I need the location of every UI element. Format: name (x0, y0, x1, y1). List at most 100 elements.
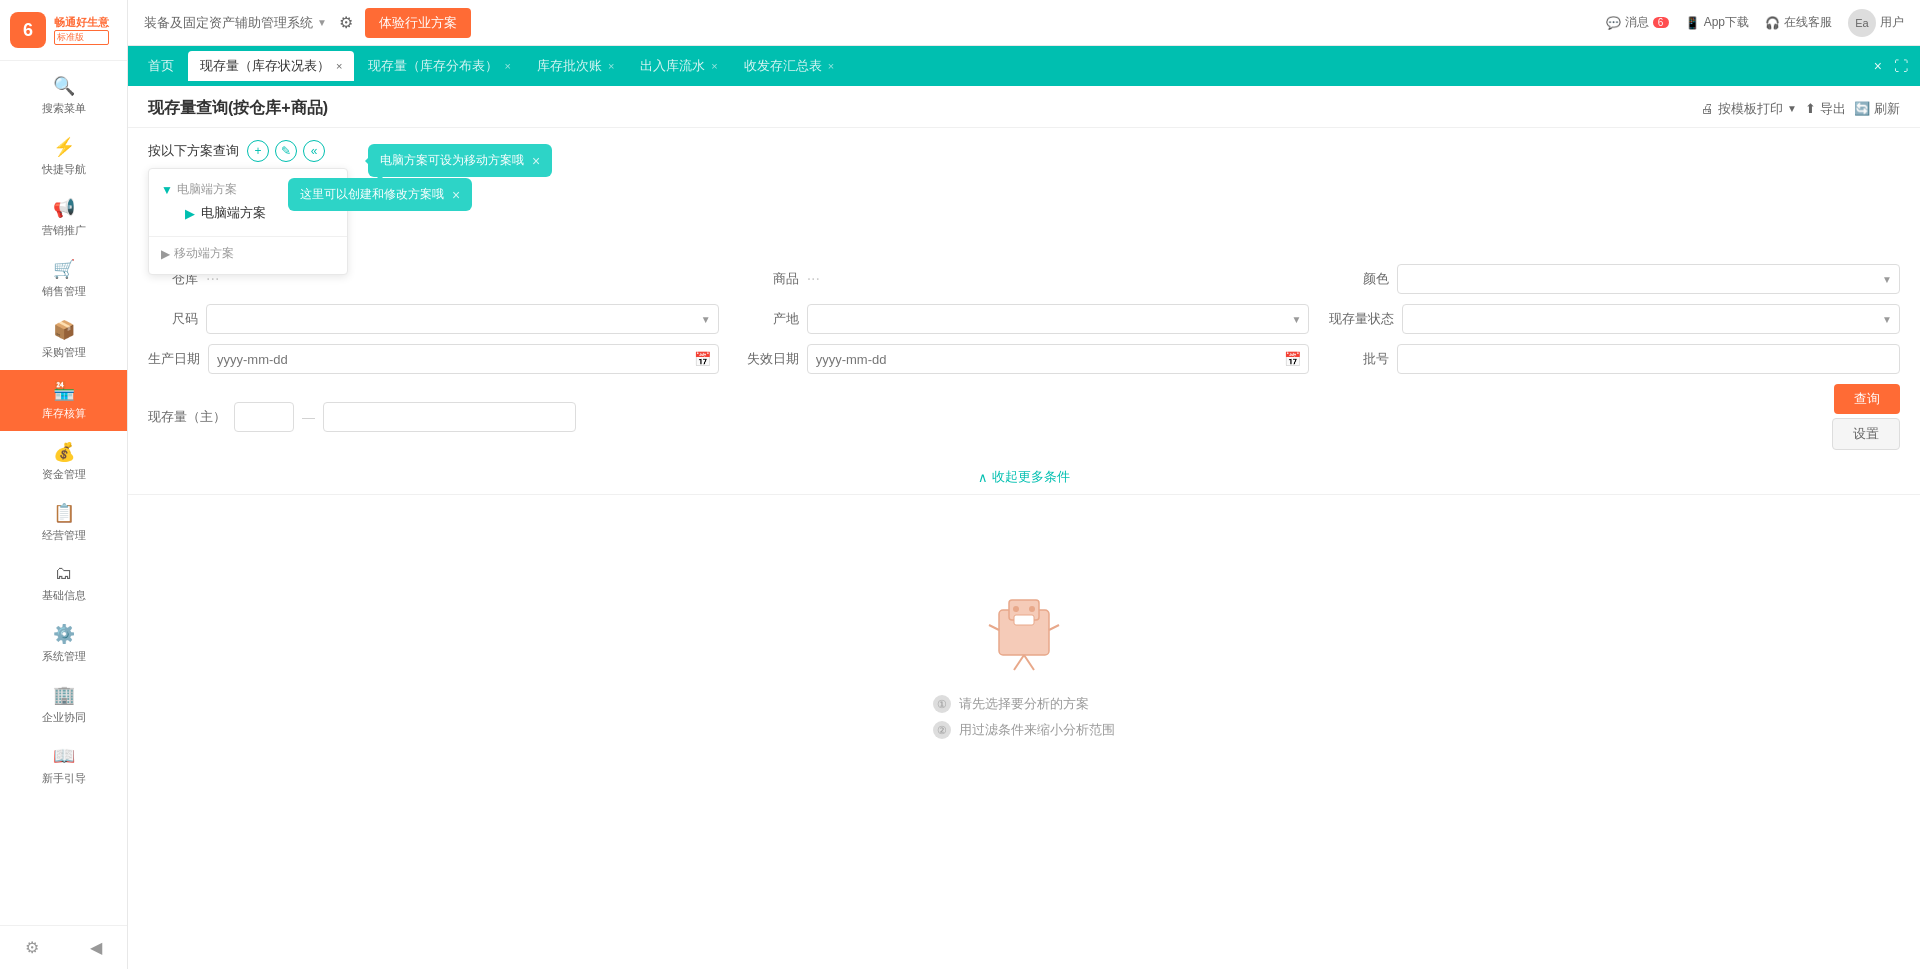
filter-row-3: 生产日期 📅 失效日期 📅 (148, 344, 1900, 374)
purchase-nav-icon: 📦 (53, 319, 75, 341)
message-item[interactable]: 💬 消息 6 (1606, 14, 1669, 31)
app-download-item[interactable]: 📱 App下载 (1685, 14, 1749, 31)
sidebar-item-inventory[interactable]: 🏪 库存核算 (0, 370, 127, 431)
tooltip-scheme-close[interactable]: × (532, 153, 540, 169)
tab-bar-right: × ⛶ (1870, 54, 1912, 78)
search-button[interactable]: 查询 (1834, 384, 1900, 414)
step-num-2: ② (933, 721, 951, 739)
sidebar-item-guide[interactable]: 📖 新手引导 (0, 735, 127, 796)
support-icon: 🎧 (1765, 16, 1780, 30)
sidebar-item-label-operations: 经营管理 (42, 528, 86, 543)
support-item[interactable]: 🎧 在线客服 (1765, 14, 1832, 31)
sidebar-item-label-system: 系统管理 (42, 649, 86, 664)
logo-text: 畅通好生意 标准版 (54, 15, 109, 45)
quick-nav-icon: ⚡ (53, 136, 75, 158)
scheme-section-mobile-title[interactable]: ▶ 移动端方案 (161, 245, 335, 262)
logo-area: 6 畅通好生意 标准版 (0, 0, 127, 61)
tab-fullscreen-btn[interactable]: ⛶ (1890, 54, 1912, 78)
collapse-bar[interactable]: ∧ 收起更多条件 (148, 460, 1900, 494)
filter-row-1: 仓库 ··· 商品 ··· 颜色 (148, 264, 1900, 294)
gear-settings-icon[interactable]: ⚙ (339, 13, 353, 32)
print-icon: 🖨 (1701, 101, 1714, 116)
sidebar-item-system[interactable]: ⚙️ 系统管理 (0, 613, 127, 674)
scheme-section-mobile: ▶ 移动端方案 (149, 241, 347, 266)
tab-in-out-flow[interactable]: 出入库流水 × (628, 51, 729, 81)
pc-section-label: 电脑端方案 (177, 181, 237, 198)
edit-scheme-btn[interactable]: ✎ (275, 140, 297, 162)
sidebar-item-purchase[interactable]: 📦 采购管理 (0, 309, 127, 370)
color-select[interactable] (1397, 264, 1900, 294)
scheme-item-label: 电脑端方案 (201, 204, 266, 222)
sidebar-item-marketing[interactable]: 📢 营销推广 (0, 187, 127, 248)
tab-close-batch-ledger[interactable]: × (608, 60, 614, 72)
stock-main-field: 现存量（主） — (148, 402, 576, 432)
tab-batch-ledger[interactable]: 库存批次账 × (525, 51, 626, 81)
sidebar-item-operations[interactable]: 📋 经营管理 (0, 492, 127, 553)
svg-point-3 (1029, 606, 1035, 612)
scheme-item-bullet: ▶ (185, 206, 195, 221)
expiry-date-input[interactable] (807, 344, 1310, 374)
origin-select[interactable] (807, 304, 1310, 334)
sidebar-item-sales[interactable]: 🛒 销售管理 (0, 248, 127, 309)
system-title-select[interactable]: 装备及固定资产辅助管理系统 ▼ (144, 14, 327, 32)
expiry-date-field: 失效日期 📅 (739, 344, 1310, 374)
empty-state-illustration (974, 575, 1074, 675)
page-content: 现存量查询(按仓库+商品) 🖨 按模板打印 ▼ ⬆ 导出 🔄 刷新 (128, 86, 1920, 969)
stock-main-input[interactable] (234, 402, 294, 432)
sidebar-item-enterprise[interactable]: 🏢 企业协同 (0, 674, 127, 735)
tab-close-inventory-status[interactable]: × (336, 60, 342, 72)
expiry-date-calendar-icon[interactable]: 📅 (1284, 351, 1301, 367)
production-date-calendar-icon[interactable]: 📅 (694, 351, 711, 367)
tab-close-receive-summary[interactable]: × (828, 60, 834, 72)
stock-main-label: 现存量（主） (148, 408, 226, 426)
export-label: 导出 (1820, 100, 1846, 118)
filter-row-4: 现存量（主） — 查询 设置 (148, 384, 1900, 450)
tab-inventory-dist[interactable]: 现存量（库存分布表） × (356, 51, 522, 81)
stock-main-input-2[interactable] (323, 402, 576, 432)
industry-button[interactable]: 体验行业方案 (365, 8, 471, 38)
sidebar-item-label-inventory: 库存核算 (42, 406, 86, 421)
settings-bottom-btn[interactable]: ⚙ (17, 934, 47, 961)
tab-inventory-status[interactable]: 现存量（库存状况表） × (188, 51, 354, 81)
export-btn[interactable]: ⬆ 导出 (1805, 100, 1846, 118)
support-label: 在线客服 (1784, 14, 1832, 31)
tab-close-inventory-dist[interactable]: × (504, 60, 510, 72)
product-field: 商品 ··· (739, 270, 1310, 288)
sidebar-item-search[interactable]: 🔍 搜索菜单 (0, 65, 127, 126)
tab-bar: 首页 现存量（库存状况表） × 现存量（库存分布表） × 库存批次账 × 出入库… (128, 46, 1920, 86)
sidebar-item-quick[interactable]: ⚡ 快捷导航 (0, 126, 127, 187)
sidebar-item-finance[interactable]: 💰 资金管理 (0, 431, 127, 492)
finance-nav-icon: 💰 (53, 441, 75, 463)
tooltip-create-close[interactable]: × (452, 187, 460, 203)
tooltip-scheme-bubble: 电脑方案可设为移动方案哦 × (368, 144, 552, 177)
sidebar-item-label-quick: 快捷导航 (42, 162, 86, 177)
tab-close-all-btn[interactable]: × (1870, 54, 1886, 78)
sidebar-item-label-purchase: 采购管理 (42, 345, 86, 360)
add-scheme-btn[interactable]: + (247, 140, 269, 162)
product-dots[interactable]: ··· (807, 270, 820, 288)
refresh-btn[interactable]: 🔄 刷新 (1854, 100, 1900, 118)
color-label: 颜色 (1329, 270, 1389, 288)
collapse-bottom-btn[interactable]: ◀ (82, 934, 110, 961)
stock-status-select[interactable] (1402, 304, 1900, 334)
search-btns: 查询 设置 (1472, 384, 1900, 450)
product-label: 商品 (739, 270, 799, 288)
print-btn[interactable]: 🖨 按模板打印 ▼ (1701, 100, 1797, 118)
back-scheme-btn[interactable]: « (303, 140, 325, 162)
size-select[interactable] (206, 304, 719, 334)
tab-receive-summary[interactable]: 收发存汇总表 × (732, 51, 846, 81)
filter-actions: + ✎ « (247, 140, 325, 162)
reset-button[interactable]: 设置 (1832, 418, 1900, 450)
batch-no-input[interactable] (1397, 344, 1900, 374)
production-date-input[interactable] (208, 344, 719, 374)
empty-step-1-text: 请先选择要分析的方案 (959, 691, 1089, 717)
search-nav-icon: 🔍 (53, 75, 75, 97)
message-label: 消息 (1625, 14, 1649, 31)
refresh-icon: 🔄 (1854, 101, 1870, 116)
tab-in-out-flow-label: 出入库流水 (640, 57, 705, 75)
step-num-1: ① (933, 695, 951, 713)
user-item[interactable]: Ea 用户 (1848, 9, 1904, 37)
sidebar-item-basic[interactable]: 🗂 基础信息 (0, 553, 127, 613)
tab-home[interactable]: 首页 (136, 51, 186, 81)
tab-close-in-out-flow[interactable]: × (711, 60, 717, 72)
